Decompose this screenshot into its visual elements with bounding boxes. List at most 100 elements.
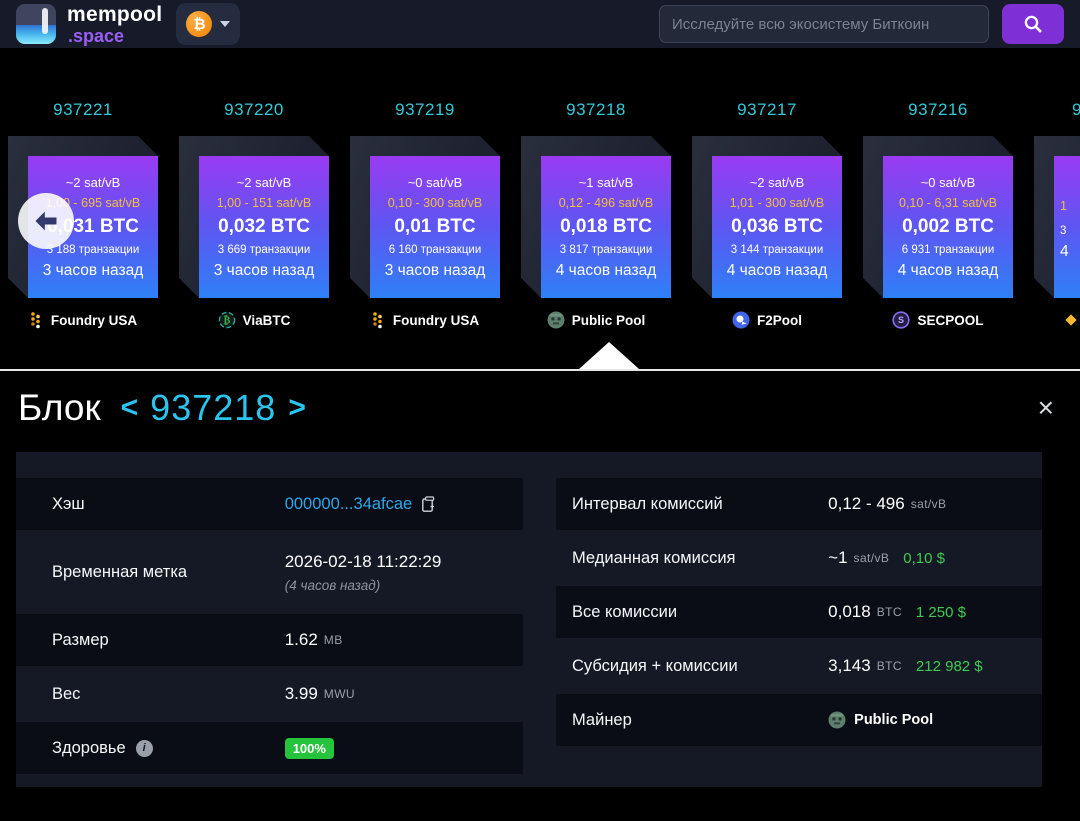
logo-text-space: .space	[67, 27, 162, 45]
svg-text:₿: ₿	[223, 315, 230, 327]
block-time-ago: 4 часов назад	[541, 262, 671, 280]
row-label: Временная метка	[16, 563, 285, 582]
usd-value: 212 982 $	[916, 658, 983, 675]
block-tx-count: 3 669 транзакции	[199, 244, 329, 256]
block-height-link[interactable]: 9	[1034, 100, 1080, 120]
block-time-ago: 3 часов назад	[28, 262, 158, 280]
row-label-text: Субсидия + комиссии	[572, 657, 738, 676]
row-label: Майнер	[556, 711, 828, 730]
next-block-button[interactable]: >	[286, 386, 308, 430]
row-value: 000000...34afcae	[285, 495, 437, 514]
pool-label[interactable]: F2Pool	[692, 311, 842, 329]
search-input[interactable]	[659, 5, 989, 43]
block-number: 937218	[150, 386, 276, 430]
pool-label[interactable]: S SECPOOL	[863, 311, 1013, 329]
blocks-row: 937221~2 sat/vB1,00 - 695 sat/vB0,031 BT…	[0, 56, 1080, 329]
block-cube[interactable]: ~2 sat/vB1,01 - 300 sat/vB0,036 BTC3 144…	[692, 136, 842, 298]
block-slot: 937217 ~2 sat/vB1,01 - 300 sat/vB0,036 BT…	[692, 100, 842, 329]
row-value: 0,018BTC1 250 $	[828, 602, 966, 622]
block-total-fees: 0,01 BTC	[370, 216, 500, 238]
block-total-fees: 0,018 BTC	[541, 216, 671, 238]
block-cube[interactable]: ~0 sat/vB0,10 - 300 sat/vB0,01 BTC6 160 …	[350, 136, 500, 298]
pool-label[interactable]: Public Pool	[521, 311, 671, 329]
block-cube[interactable]: 134	[1034, 136, 1080, 298]
previous-block-button[interactable]: <	[119, 386, 141, 430]
row-label-text: Временная метка	[52, 563, 187, 582]
usd-value: 1 250 $	[916, 604, 966, 621]
pool-label[interactable]: Foundry USA	[8, 311, 158, 329]
block-cube[interactable]: ~0 sat/vB 0,10 - 6,31 sat/vB 0,002 BTC 6 93…	[863, 136, 1013, 298]
search-icon	[1023, 14, 1043, 34]
block-height-link[interactable]: 937220	[179, 100, 329, 120]
block-fee-range: 1,01 - 300 sat/vB	[712, 196, 842, 210]
logo-text: mempool .space	[67, 4, 162, 45]
detail-row: Вес3.99MWU	[16, 668, 523, 720]
block-median-fee: ~2 sat/vB	[28, 175, 158, 190]
block-height-link[interactable]: 937218	[521, 100, 671, 120]
block-face: ~2 sat/vB1,01 - 300 sat/vB0,036 BTC3 144…	[712, 156, 842, 298]
block-height-link[interactable]: 937217	[692, 100, 842, 120]
block-detail-header: Блок < 937218 > ×	[0, 371, 1080, 446]
info-icon[interactable]: i	[136, 740, 153, 757]
block-total-fees: 0,032 BTC	[199, 216, 329, 238]
clipboard-icon[interactable]	[421, 496, 436, 513]
mempool-logo-icon	[16, 4, 56, 44]
close-icon[interactable]: ×	[1038, 394, 1054, 422]
row-value: 0,12 - 496 sat/vB	[828, 494, 946, 514]
block-tx-count: 6 931 транзакции	[883, 244, 1013, 256]
svg-text:S: S	[898, 315, 904, 325]
pool-name: Foundry USA	[393, 313, 479, 328]
block-total-fees: 0,002 BTC	[883, 216, 1013, 238]
pool-label[interactable]	[1034, 311, 1080, 329]
row-value: 100%	[285, 738, 334, 759]
block-height-link[interactable]: 937221	[8, 100, 158, 120]
miner-name-link[interactable]: Public Pool	[854, 712, 933, 728]
pool-name: F2Pool	[757, 313, 802, 328]
block-height-link[interactable]: 937219	[350, 100, 500, 120]
block-hash-link[interactable]: 000000...34afcae	[285, 495, 413, 514]
block-time-ago: 4 часов назад	[712, 262, 842, 280]
row-value: 2026-02-18 11:22:29(4 часов назад)	[285, 552, 442, 593]
block-median-fee: ~0 sat/vB	[883, 175, 1013, 190]
value-number: 0,12 - 496	[828, 494, 905, 514]
row-label: Субсидия + комиссии	[556, 657, 828, 676]
value-number: 1.62	[285, 630, 318, 650]
block-cube-selected[interactable]: ~1 sat/vB0,12 - 496 sat/vB0,018 BTC3 817…	[521, 136, 671, 298]
block-face: 134	[1054, 156, 1080, 298]
pool-name: SECPOOL	[917, 313, 983, 328]
pool-label[interactable]: ₿ViaBTC	[179, 311, 329, 329]
value-unit: sat/vB	[854, 551, 890, 565]
detail-row: Временная метка 2026-02-18 11:22:29(4 час…	[16, 532, 523, 612]
block-fee-range: 0,10 - 6,31 sat/vB	[883, 196, 1013, 210]
secpool-icon: S	[892, 311, 910, 329]
search-button[interactable]	[1002, 4, 1064, 44]
block-slot: 937220 ~2 sat/vB1,00 - 151 sat/vB0,032 BT…	[179, 100, 329, 329]
block-cube[interactable]: ~2 sat/vB1,00 - 151 sat/vB0,032 BTC3 669…	[179, 136, 329, 298]
viabtc-icon: ₿	[218, 311, 236, 329]
row-label-text: Майнер	[572, 711, 632, 730]
block-slot: 937218 ~1 sat/vB0,12 - 496 sat/vB0,018 BT…	[521, 100, 671, 329]
block-time-ago: 4 часов назад	[883, 262, 1013, 280]
mempool-logo[interactable]: mempool .space	[16, 4, 162, 45]
row-label-text: Вес	[52, 685, 80, 704]
block-fee-range: 0,10 - 300 sat/vB	[370, 196, 500, 210]
block-slot: 937219~0 sat/vB0,10 - 300 sat/vB0,01 BTC…	[350, 100, 500, 329]
block-height-link[interactable]: 937216	[863, 100, 1013, 120]
block-time-ago: 3 часов назад	[199, 262, 329, 280]
value-unit: sat/vB	[911, 497, 947, 511]
pool-name: Public Pool	[572, 313, 646, 328]
block-face: ~1 sat/vB0,12 - 496 sat/vB0,018 BTC3 817…	[541, 156, 671, 298]
block-tx-count: 6 160 транзакции	[370, 244, 500, 256]
f2pool-icon	[732, 311, 750, 329]
row-label-text: Здоровье	[52, 739, 126, 758]
row-value: Public Pool	[828, 711, 933, 729]
pool-label[interactable]: Foundry USA	[350, 311, 500, 329]
value-unit: MWU	[324, 687, 355, 701]
blockchain-strip: 937221~2 sat/vB1,00 - 695 sat/vB0,031 BT…	[0, 56, 1080, 369]
row-label-text: Медианная комиссия	[572, 549, 735, 568]
scroll-left-button[interactable]	[18, 193, 74, 249]
block-tx-count: 3 817 транзакции	[541, 244, 671, 256]
app-header: mempool .space ₿	[0, 0, 1080, 56]
network-selector-dropdown[interactable]: ₿	[176, 3, 240, 45]
row-label: Все комиссии	[556, 603, 828, 622]
